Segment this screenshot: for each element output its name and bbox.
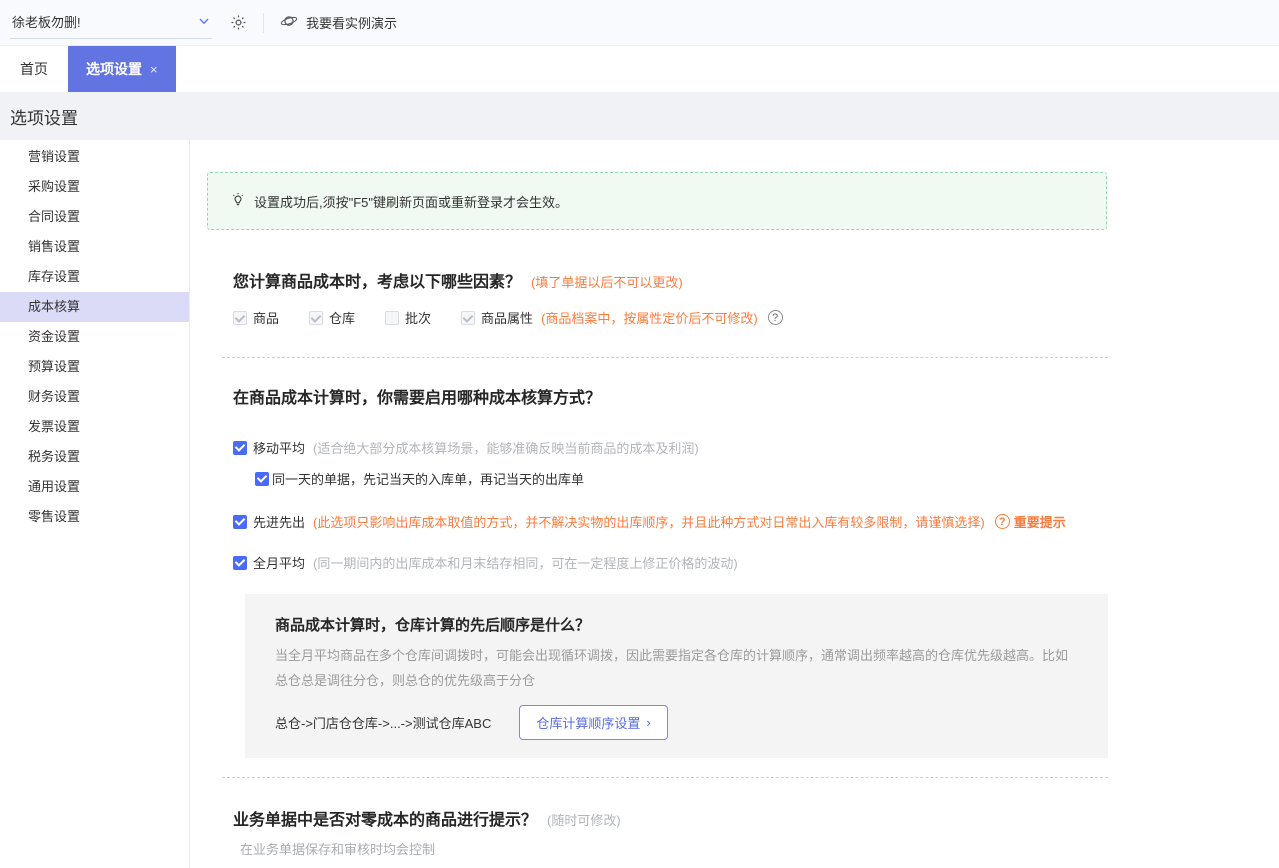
methods-section-title: 在商品成本计算时，你需要启用哪种成本核算方式？ — [233, 384, 1279, 408]
section-divider — [222, 777, 1108, 778]
checkbox-goods-attribute-label: 商品属性 — [481, 308, 533, 327]
chevron-down-icon — [198, 15, 210, 27]
checkbox-fifo-box — [233, 515, 247, 529]
warehouse-order-description: 当全月平均商品在多个仓库间调拨时，可能会出现循环调拨，因此需要指定各仓库的计算顺… — [275, 643, 1080, 693]
monthly-average-label: 全月平均 — [253, 553, 305, 572]
close-icon[interactable]: × — [150, 62, 158, 77]
lightbulb-icon — [230, 192, 246, 211]
checkbox-batch-label: 批次 — [405, 308, 431, 327]
factors-section-title: 您计算商品成本时，考虑以下哪些因素？ (填了单据以后不可以更改) — [233, 268, 1279, 292]
zero-cost-subtitle: 在业务单据保存和审核时均会控制 — [240, 839, 1279, 858]
warehouse-order-row: 总仓->门店仓仓库->...->测试仓库ABC 仓库计算顺序设置 › — [275, 705, 1078, 740]
goods-attribute-note: (商品档案中，按属性定价后不可修改) — [541, 308, 758, 327]
sidebar-item-retail-settings[interactable]: 零售设置 — [0, 502, 189, 532]
fifo-label: 先进先出 — [253, 512, 305, 531]
main-panel: 营销设置 采购设置 合同设置 销售设置 库存设置 成本核算 资金设置 预算设置 … — [0, 140, 1279, 868]
zero-cost-title-text: 业务单据中是否对零成本的商品进行提示？ — [233, 812, 537, 829]
checkbox-monthly-average-box — [233, 556, 247, 570]
refresh-notice-alert: 设置成功后,须按"F5"键刷新页面或重新登录才会生效。 — [207, 172, 1107, 230]
monthly-average-note: (同一期间内的出库成本和月末结存相同，可在一定程度上修正价格的波动) — [313, 553, 738, 572]
sidebar-item-budget-settings[interactable]: 预算设置 — [0, 352, 189, 382]
methods-title-text: 在商品成本计算时，你需要启用哪种成本核算方式？ — [233, 390, 601, 407]
tab-option-settings-label: 选项设置 — [86, 59, 142, 79]
tab-home-label: 首页 — [20, 59, 48, 79]
account-name: 徐老板勿删! — [12, 12, 81, 31]
sidebar-item-tax-settings[interactable]: 税务设置 — [0, 442, 189, 472]
checkbox-monthly-average[interactable]: 全月平均 — [233, 553, 305, 572]
warehouse-order-settings-button[interactable]: 仓库计算顺序设置 › — [519, 705, 667, 740]
demo-link[interactable]: 我要看实例演示 — [280, 12, 397, 33]
checkbox-goods-attribute[interactable]: 商品属性 — [461, 308, 533, 327]
checkbox-moving-average-box — [233, 441, 247, 455]
fifo-note: (此选项只影响出库成本取值的方式，并不解决实物的出库顺序，并且此种方式对日常出入… — [313, 512, 985, 531]
checkbox-same-day[interactable]: 同一天的单据，先记当天的入库单，再记当天的出库单 — [255, 469, 584, 488]
zero-cost-section-title: 业务单据中是否对零成本的商品进行提示？ (随时可修改) — [233, 806, 1279, 830]
factors-checkbox-row: 商品 仓库 批次 商品属性 (商品档案中，按属性定价后不可修改) ? — [233, 308, 1279, 327]
page-header: 选项设置 — [0, 92, 1279, 140]
chevron-right-icon: › — [646, 715, 650, 730]
section-divider — [222, 357, 1108, 358]
warning-question-icon: ? — [995, 514, 1010, 529]
demo-link-label: 我要看实例演示 — [306, 13, 397, 32]
help-question-icon[interactable]: ? — [768, 310, 783, 325]
sidebar-item-general-settings[interactable]: 通用设置 — [0, 472, 189, 502]
checkbox-fifo[interactable]: 先进先出 — [233, 512, 305, 531]
zero-cost-note: (随时可修改) — [547, 813, 621, 828]
checkbox-goods-label: 商品 — [253, 308, 279, 327]
checkbox-goods-box — [233, 311, 247, 325]
same-day-row: 同一天的单据，先记当天的入库单，再记当天的出库单 — [255, 469, 1279, 488]
moving-average-row: 移动平均 (适合绝大部分成本核算场景，能够准确反映当前商品的成本及利润) — [233, 438, 1279, 457]
factors-note: (填了单据以后不可以更改) — [531, 275, 683, 290]
checkbox-warehouse[interactable]: 仓库 — [309, 308, 355, 327]
refresh-notice-text: 设置成功后,须按"F5"键刷新页面或重新登录才会生效。 — [254, 192, 568, 211]
checkbox-goods[interactable]: 商品 — [233, 308, 279, 327]
checkbox-goods-attribute-box — [461, 311, 475, 325]
warehouse-order-current: 总仓->门店仓仓库->...->测试仓库ABC — [275, 713, 491, 732]
checkbox-warehouse-label: 仓库 — [329, 308, 355, 327]
warehouse-order-settings-button-label: 仓库计算顺序设置 — [536, 713, 640, 732]
checkbox-batch-box — [385, 311, 399, 325]
settings-content: 设置成功后,须按"F5"键刷新页面或重新登录才会生效。 您计算商品成本时，考虑以… — [190, 140, 1279, 868]
important-warning[interactable]: ? 重要提示 — [995, 512, 1066, 531]
warehouse-order-title: 商品成本计算时，仓库计算的先后顺序是什么？ — [275, 614, 1078, 635]
demo-planet-icon — [280, 12, 298, 33]
topbar-divider — [263, 13, 264, 33]
sidebar-item-purchase-settings[interactable]: 采购设置 — [0, 172, 189, 202]
sidebar-item-inventory-settings[interactable]: 库存设置 — [0, 262, 189, 292]
tab-option-settings[interactable]: 选项设置 × — [68, 46, 176, 92]
checkbox-moving-average[interactable]: 移动平均 — [233, 438, 305, 457]
same-day-label: 同一天的单据，先记当天的入库单，再记当天的出库单 — [272, 469, 584, 488]
warehouse-order-box: 商品成本计算时，仓库计算的先后顺序是什么？ 当全月平均商品在多个仓库间调拨时，可… — [245, 594, 1108, 758]
sidebar-item-contract-settings[interactable]: 合同设置 — [0, 202, 189, 232]
sidebar-item-marketing-settings[interactable]: 营销设置 — [0, 142, 189, 172]
sidebar-item-invoice-settings[interactable]: 发票设置 — [0, 412, 189, 442]
tab-home[interactable]: 首页 — [0, 46, 68, 92]
sidebar-item-finance-settings[interactable]: 财务设置 — [0, 382, 189, 412]
settings-sidebar: 营销设置 采购设置 合同设置 销售设置 库存设置 成本核算 资金设置 预算设置 … — [0, 140, 190, 868]
checkbox-same-day-box — [255, 472, 269, 486]
top-bar: 徐老板勿删! 我要看实例演示 — [0, 0, 1279, 46]
checkbox-batch[interactable]: 批次 — [385, 308, 431, 327]
sidebar-item-funds-settings[interactable]: 资金设置 — [0, 322, 189, 352]
account-select-dropdown[interactable]: 徐老板勿删! — [10, 7, 212, 39]
moving-average-label: 移动平均 — [253, 438, 305, 457]
moving-average-note: (适合绝大部分成本核算场景，能够准确反映当前商品的成本及利润) — [313, 438, 699, 457]
checkbox-warehouse-box — [309, 311, 323, 325]
sidebar-item-cost-accounting[interactable]: 成本核算 — [0, 292, 189, 322]
page-title: 选项设置 — [10, 104, 78, 129]
tab-bar: 首页 选项设置 × — [0, 46, 1279, 92]
sidebar-item-sales-settings[interactable]: 销售设置 — [0, 232, 189, 262]
settings-gear-icon[interactable] — [230, 14, 247, 31]
fifo-row: 先进先出 (此选项只影响出库成本取值的方式，并不解决实物的出库顺序，并且此种方式… — [233, 512, 1279, 531]
important-warning-label: 重要提示 — [1014, 512, 1066, 531]
monthly-average-row: 全月平均 (同一期间内的出库成本和月末结存相同，可在一定程度上修正价格的波动) — [233, 553, 1279, 572]
factors-title-text: 您计算商品成本时，考虑以下哪些因素？ — [233, 274, 521, 291]
